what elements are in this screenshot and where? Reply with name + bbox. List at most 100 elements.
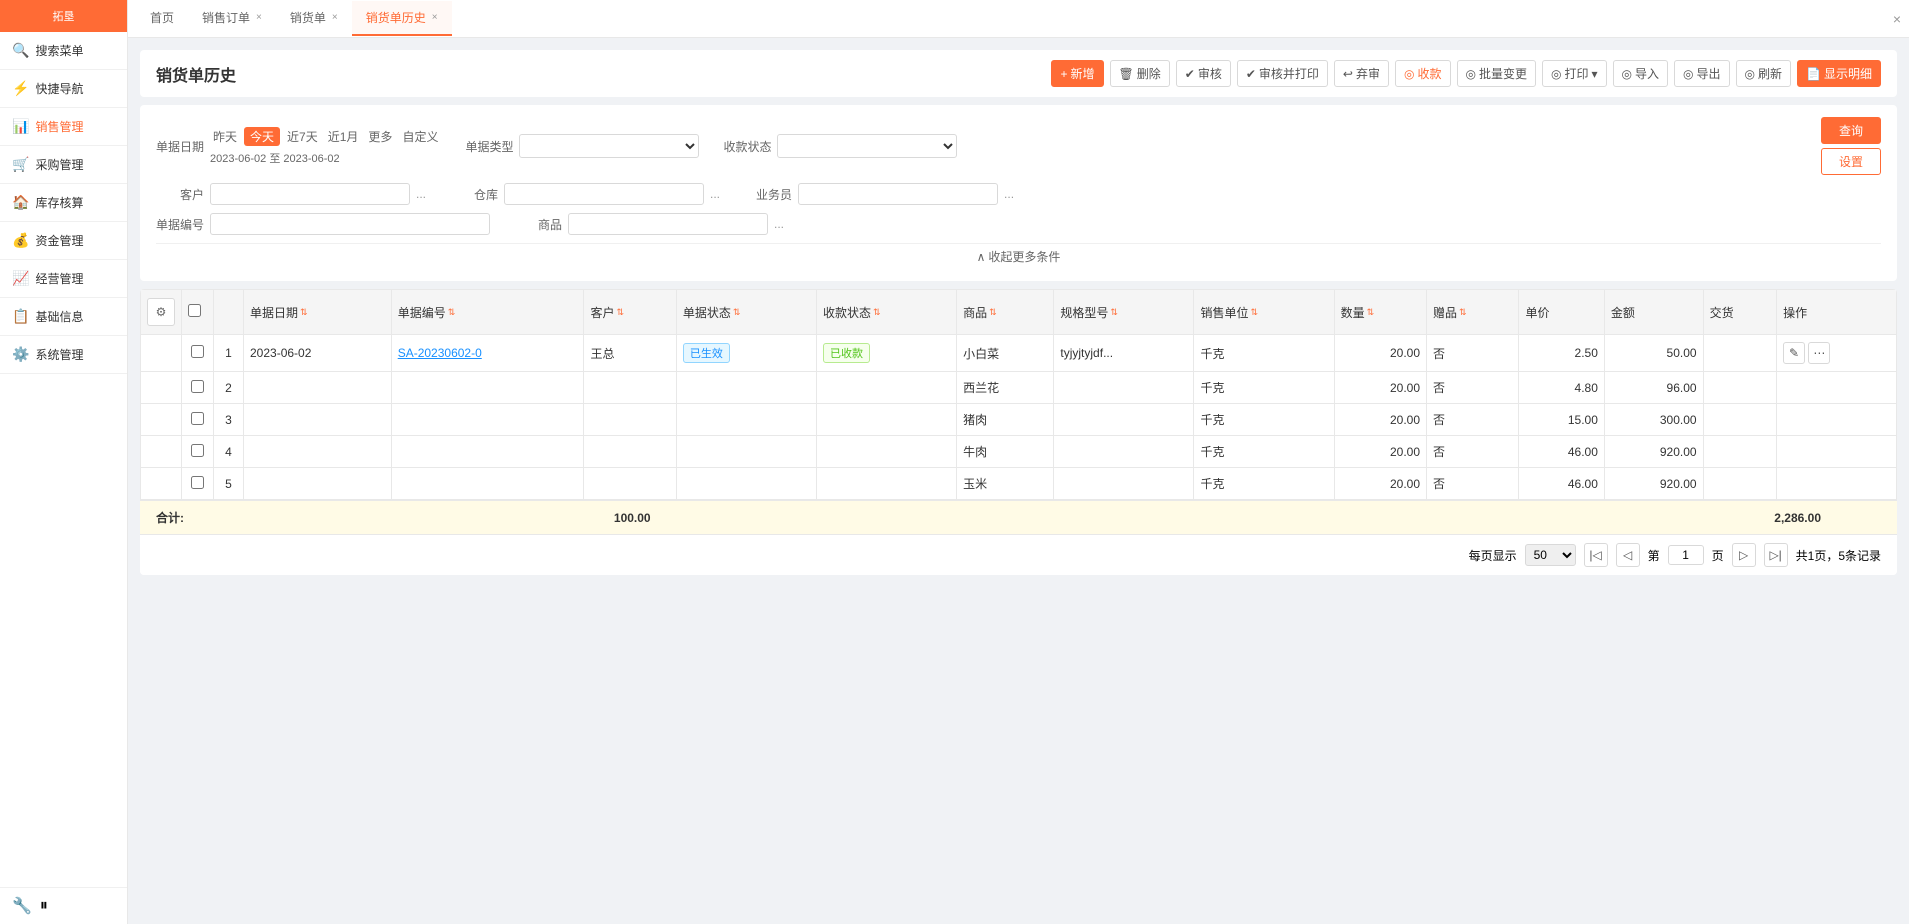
row-checkbox[interactable] bbox=[191, 476, 204, 489]
audit-print-button[interactable]: ✔ 审核并打印 bbox=[1237, 60, 1328, 87]
tab-sales-invoice-close[interactable]: × bbox=[332, 12, 338, 23]
staff-input[interactable] bbox=[798, 183, 998, 205]
sidebar-item-label: 系统管理 bbox=[35, 346, 83, 363]
col-customer[interactable]: 客户 ⇅ bbox=[584, 290, 676, 335]
row-quantity: 20.00 bbox=[1334, 404, 1426, 436]
sidebar-item-basic-info[interactable]: 📋 基础信息 bbox=[0, 298, 127, 336]
row-checkbox[interactable] bbox=[191, 345, 204, 358]
col-doc-status[interactable]: 单据状态 ⇅ bbox=[676, 290, 816, 335]
row-checkbox-cell[interactable] bbox=[182, 404, 214, 436]
add-button[interactable]: + 新增 bbox=[1051, 60, 1103, 87]
product-input[interactable] bbox=[568, 213, 768, 235]
sidebar-item-purchase-mgmt[interactable]: 🛒 采购管理 bbox=[0, 146, 127, 184]
sidebar-item-sys-mgmt[interactable]: ⚙️ 系统管理 bbox=[0, 336, 127, 374]
tab-sales-history[interactable]: 销货单历史 × bbox=[352, 1, 452, 36]
last-page-button[interactable]: ▷| bbox=[1764, 543, 1788, 567]
shortcut-custom[interactable]: 自定义 bbox=[399, 127, 441, 146]
next-page-button[interactable]: ▷ bbox=[1732, 543, 1756, 567]
row-gear-cell bbox=[141, 436, 182, 468]
customer-input[interactable] bbox=[210, 183, 410, 205]
col-doc-date[interactable]: 单据日期 ⇅ bbox=[244, 290, 392, 335]
select-all-checkbox[interactable] bbox=[188, 304, 201, 317]
row-doc-no[interactable] bbox=[391, 372, 584, 404]
first-page-button[interactable]: |◁ bbox=[1584, 543, 1608, 567]
row-checkbox-cell[interactable] bbox=[182, 468, 214, 500]
row-gear-cell bbox=[141, 335, 182, 372]
col-quantity[interactable]: 数量 ⇅ bbox=[1334, 290, 1426, 335]
sidebar-item-quick-nav[interactable]: ⚡ 快捷导航 bbox=[0, 70, 127, 108]
col-spec-model[interactable]: 规格型号 ⇅ bbox=[1054, 290, 1194, 335]
edit-op-btn[interactable]: ✎ bbox=[1783, 342, 1805, 364]
page-size-select[interactable]: 50 10 20 100 bbox=[1525, 544, 1576, 566]
sort-spec-icon: ⇅ bbox=[1110, 307, 1118, 318]
doc-no-input[interactable] bbox=[210, 213, 490, 235]
sidebar-item-search-menu[interactable]: 🔍 搜索菜单 bbox=[0, 32, 127, 70]
row-checkbox-cell[interactable] bbox=[182, 436, 214, 468]
sidebar-item-label: 经营管理 bbox=[35, 270, 83, 287]
col-doc-no[interactable]: 单据编号 ⇅ bbox=[391, 290, 584, 335]
row-checkbox[interactable] bbox=[191, 380, 204, 393]
delete-button[interactable]: 🗑 删除 bbox=[1110, 60, 1170, 87]
row-checkbox[interactable] bbox=[191, 444, 204, 457]
product-dots[interactable]: ... bbox=[774, 217, 784, 231]
collect-status-select[interactable] bbox=[777, 134, 957, 158]
prev-page-button[interactable]: ◁ bbox=[1616, 543, 1640, 567]
col-gear[interactable]: ⚙ bbox=[141, 290, 182, 335]
customer-dots[interactable]: ... bbox=[416, 187, 426, 201]
query-button[interactable]: 查询 bbox=[1821, 117, 1881, 144]
warehouse-dots[interactable]: ... bbox=[710, 187, 720, 201]
shortcut-more[interactable]: 更多 bbox=[365, 127, 395, 146]
tab-home[interactable]: 首页 bbox=[136, 1, 188, 36]
col-product[interactable]: 商品 ⇅ bbox=[957, 290, 1054, 335]
page-input[interactable] bbox=[1668, 545, 1704, 565]
row-doc-no[interactable] bbox=[391, 404, 584, 436]
import-button[interactable]: ◎ 导入 bbox=[1613, 60, 1669, 87]
row-doc-no[interactable] bbox=[391, 468, 584, 500]
sidebar-item-fund-mgmt[interactable]: 💰 资金管理 bbox=[0, 222, 127, 260]
tab-sales-order-close[interactable]: × bbox=[256, 12, 262, 23]
row-quantity: 20.00 bbox=[1334, 372, 1426, 404]
sidebar-item-ops-mgmt[interactable]: 📈 经营管理 bbox=[0, 260, 127, 298]
setting-button[interactable]: 设置 bbox=[1821, 148, 1881, 175]
refresh-button[interactable]: ◎ 刷新 bbox=[1736, 60, 1792, 87]
warehouse-input[interactable] bbox=[504, 183, 704, 205]
row-doc-no[interactable] bbox=[391, 436, 584, 468]
search-icon: 🔍 bbox=[12, 42, 29, 59]
row-doc-no[interactable]: SA-20230602-0 bbox=[391, 335, 584, 372]
staff-dots[interactable]: ... bbox=[1004, 187, 1014, 201]
shortcut-today[interactable]: 今天 bbox=[244, 127, 280, 146]
more-op-btn[interactable]: ⋯ bbox=[1808, 342, 1830, 364]
row-checkbox-cell[interactable] bbox=[182, 335, 214, 372]
col-collect-status[interactable]: 收款状态 ⇅ bbox=[816, 290, 956, 335]
collect-button[interactable]: ◎ 收款 bbox=[1395, 60, 1451, 87]
tab-sales-invoice[interactable]: 销货单 × bbox=[276, 1, 352, 36]
row-quantity: 20.00 bbox=[1334, 335, 1426, 372]
export-button[interactable]: ◎ 导出 bbox=[1674, 60, 1730, 87]
col-sales-unit[interactable]: 销售单位 ⇅ bbox=[1194, 290, 1334, 335]
table-gear-icon[interactable]: ⚙ bbox=[147, 298, 175, 326]
collapse-button[interactable]: ∧ 收起更多条件 bbox=[156, 243, 1881, 269]
row-customer bbox=[584, 468, 676, 500]
tab-sales-history-close[interactable]: × bbox=[432, 12, 438, 23]
audit-button[interactable]: ✔ 审核 bbox=[1176, 60, 1231, 87]
row-unit-price: 4.80 bbox=[1519, 372, 1604, 404]
row-checkbox-cell[interactable] bbox=[182, 372, 214, 404]
pause-icon[interactable]: ⏸ bbox=[40, 897, 48, 915]
shortcut-last-month[interactable]: 近1月 bbox=[325, 127, 362, 146]
doc-type-select[interactable] bbox=[519, 134, 699, 158]
tab-sales-order[interactable]: 销售订单 × bbox=[188, 1, 276, 36]
sidebar-item-sales-mgmt[interactable]: 📊 销售管理 bbox=[0, 108, 127, 146]
row-checkbox[interactable] bbox=[191, 412, 204, 425]
settings-icon[interactable]: 🔧 bbox=[12, 896, 32, 916]
doc-no-link[interactable]: SA-20230602-0 bbox=[398, 346, 482, 360]
abandon-button[interactable]: ↩ 弃审 bbox=[1334, 60, 1389, 87]
window-close-icon[interactable]: × bbox=[1893, 11, 1901, 27]
shortcut-last7[interactable]: 近7天 bbox=[284, 127, 321, 146]
sidebar-item-inventory[interactable]: 🏠 库存核算 bbox=[0, 184, 127, 222]
print-button[interactable]: ◎ 打印 ▾ bbox=[1542, 60, 1607, 87]
col-gift[interactable]: 赠品 ⇅ bbox=[1427, 290, 1519, 335]
batch-change-button[interactable]: ◎ 批量变更 bbox=[1457, 60, 1537, 87]
shortcut-yesterday[interactable]: 昨天 bbox=[210, 127, 240, 146]
show-detail-button[interactable]: 📄 显示明细 bbox=[1797, 60, 1881, 87]
sidebar-logo[interactable]: 拓垦 bbox=[0, 0, 127, 32]
